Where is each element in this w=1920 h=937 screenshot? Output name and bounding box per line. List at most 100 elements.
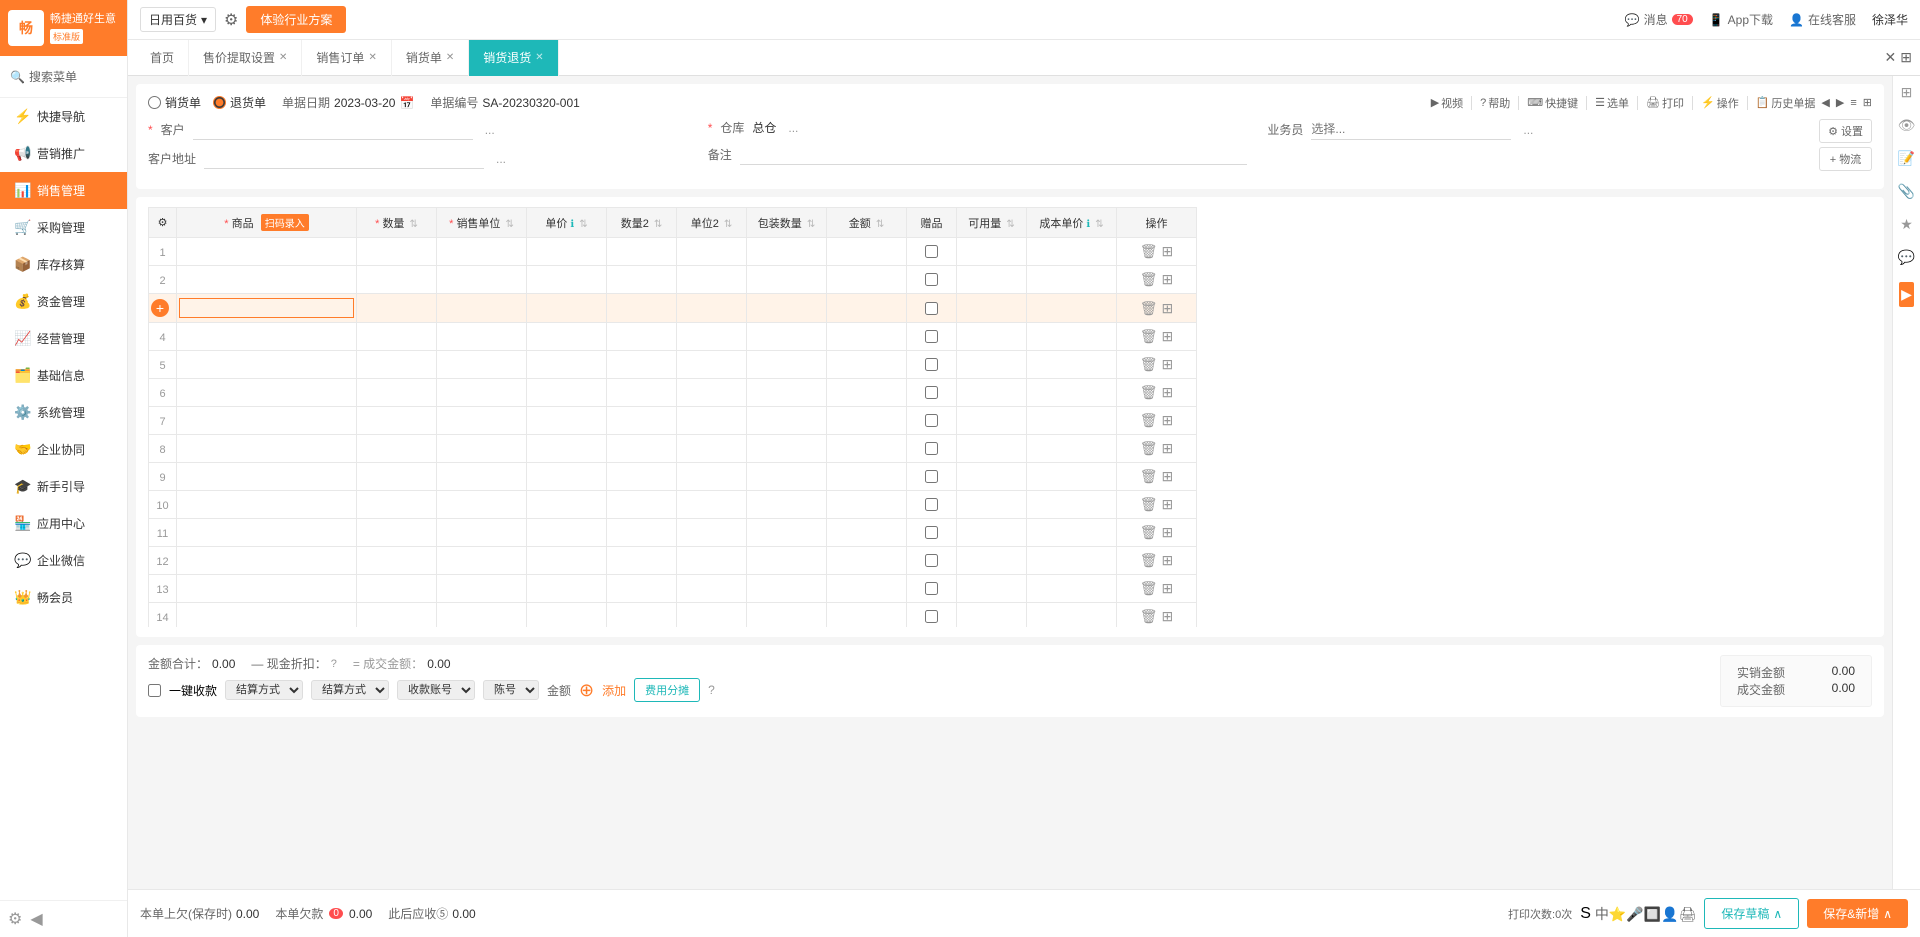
daily-select[interactable]: 日用百货 ▾ (140, 7, 216, 32)
unit2-sort-icon[interactable]: ⇅ (724, 219, 732, 230)
unit-sort-icon[interactable]: ⇅ (506, 219, 514, 230)
sidebar-item-member[interactable]: 👑 畅会员 (0, 579, 127, 616)
qty2-sort-icon[interactable]: ⇅ (654, 219, 662, 230)
gift-cell[interactable] (907, 266, 957, 294)
layout-list-button[interactable]: ≡ (1850, 97, 1856, 109)
cost-price-cell[interactable] (1027, 266, 1117, 294)
right-panel-icon-6[interactable]: 💬 (1898, 249, 1915, 266)
product-cell-active[interactable] (177, 294, 357, 323)
unit-cell[interactable] (437, 238, 527, 266)
price-sort-icon[interactable]: ⇅ (579, 219, 587, 230)
add-payment-button[interactable]: ⊕ (579, 680, 594, 701)
pkg-cell[interactable] (747, 238, 827, 266)
gift-checkbox[interactable] (925, 358, 938, 371)
delete-btn[interactable]: 🗑 (1140, 468, 1158, 485)
salesperson-select-button[interactable]: ... (1523, 123, 1533, 137)
tabs-expand-button[interactable]: ⊞ (1900, 49, 1912, 66)
settings-action-button[interactable]: ⚙ 设置 (1819, 119, 1872, 143)
nav-prev-button[interactable]: ◀ (1821, 96, 1829, 109)
nav-next-button[interactable]: ▶ (1836, 96, 1844, 109)
price-cell-active[interactable] (527, 294, 607, 323)
qty-sort-icon[interactable]: ⇅ (410, 219, 418, 230)
product-input-active[interactable] (179, 298, 354, 318)
payment-calc-select[interactable]: 结算方式 (311, 680, 389, 700)
warehouse-select-button[interactable]: ... (788, 121, 798, 135)
delete-btn[interactable]: 🗑 (1140, 524, 1158, 541)
sidebar-collapse-button[interactable]: ◀ (30, 909, 42, 929)
remarks-input[interactable] (740, 144, 1248, 165)
delete-btn[interactable]: 🗑 (1140, 496, 1158, 513)
pkg-cell-active[interactable] (747, 294, 827, 323)
gift-cell-active[interactable] (907, 294, 957, 323)
amount-cell[interactable] (827, 266, 907, 294)
sidebar-item-basic[interactable]: 🗂️ 基础信息 (0, 357, 127, 394)
tab-sales-delivery[interactable]: 销货单 ✕ (392, 40, 469, 76)
right-panel-icon-4[interactable]: 📎 (1898, 183, 1915, 200)
copy-btn[interactable]: ⊞ (1162, 552, 1174, 569)
unit-cell-active[interactable] (437, 294, 527, 323)
sidebar-item-newbie[interactable]: 🎓 新手引导 (0, 468, 127, 505)
address-input[interactable] (204, 148, 484, 169)
qty-cell-active[interactable] (357, 294, 437, 323)
price-cell[interactable] (527, 238, 607, 266)
gift-checkbox[interactable] (925, 330, 938, 343)
account-no-select[interactable]: 陈号 (483, 680, 539, 700)
video-button[interactable]: ▶ 视频 (1431, 95, 1463, 111)
expense-split-button[interactable]: 费用分摊 (634, 678, 700, 702)
delete-btn[interactable]: 🗑 (1140, 328, 1158, 345)
gift-cell[interactable] (907, 238, 957, 266)
unit-cell[interactable] (437, 266, 527, 294)
save-new-button[interactable]: 保存&新增 ∧ (1807, 899, 1908, 928)
amount-sort-icon[interactable]: ⇅ (876, 219, 884, 230)
delete-btn[interactable]: 🗑 (1140, 356, 1158, 373)
copy-row-2-button[interactable]: ⊞ (1162, 271, 1174, 288)
right-panel-icon-1[interactable]: ⊞ (1901, 84, 1913, 101)
one-click-payment-checkbox[interactable] (148, 684, 161, 697)
payment-method-select[interactable]: 结算方式 (225, 680, 303, 700)
copy-row-1-button[interactable]: ⊞ (1162, 243, 1174, 260)
logistics-action-button[interactable]: + 物流 (1819, 147, 1872, 171)
avail-sort-icon[interactable]: ⇅ (1006, 219, 1014, 230)
gift-checkbox[interactable] (925, 582, 938, 595)
copy-btn[interactable]: ⊞ (1162, 412, 1174, 429)
help-button[interactable]: ? 帮助 (1480, 95, 1510, 111)
tab-home[interactable]: 首页 (136, 40, 189, 76)
customer-select-button[interactable]: ... (485, 123, 495, 137)
payment-account-select[interactable]: 收款账号 (397, 680, 475, 700)
sidebar-item-appstore[interactable]: 🏪 应用中心 (0, 505, 127, 542)
avail-cell[interactable] (957, 266, 1027, 294)
date-picker-button[interactable]: 📅 (399, 96, 414, 110)
radio-sale[interactable]: 销货单 (148, 94, 201, 111)
gift-checkbox[interactable] (925, 386, 938, 399)
right-panel-icon-5[interactable]: ★ (1900, 216, 1913, 233)
copy-row-3-button[interactable]: ⊞ (1162, 300, 1174, 317)
unit2-cell[interactable] (677, 266, 747, 294)
qty-cell[interactable] (357, 266, 437, 294)
sidebar-item-marketing[interactable]: 📢 营销推广 (0, 135, 127, 172)
gift-checkbox[interactable] (925, 610, 938, 623)
sidebar-item-wechat[interactable]: 💬 企业微信 (0, 542, 127, 579)
tab-price-setting-close[interactable]: ✕ (279, 52, 287, 63)
operation-button[interactable]: ⚡ 操作 (1701, 95, 1739, 111)
qty2-cell-active[interactable] (607, 294, 677, 323)
salesperson-input[interactable] (1311, 119, 1511, 140)
pkg-sort-icon[interactable]: ⇅ (807, 219, 815, 230)
amount-cell-active[interactable] (827, 294, 907, 323)
copy-btn[interactable]: ⊞ (1162, 608, 1174, 625)
layout-grid-button[interactable]: ⊞ (1863, 96, 1872, 109)
gift-checkbox[interactable] (925, 498, 938, 511)
history-button[interactable]: 📋 历史单据 (1756, 95, 1816, 111)
qty2-cell[interactable] (607, 238, 677, 266)
copy-btn[interactable]: ⊞ (1162, 356, 1174, 373)
cost-price-cell[interactable] (1027, 238, 1117, 266)
right-panel-icon-3[interactable]: 📝 (1898, 150, 1915, 167)
delete-btn[interactable]: 🗑 (1140, 440, 1158, 457)
sidebar-item-sales[interactable]: 📊 销售管理 (0, 172, 127, 209)
gift-checkbox[interactable] (925, 526, 938, 539)
delete-btn[interactable]: 🗑 (1140, 580, 1158, 597)
unit2-cell[interactable] (677, 238, 747, 266)
amount-cell[interactable] (827, 238, 907, 266)
price-cell[interactable] (527, 266, 607, 294)
radio-sale-input[interactable] (148, 96, 161, 109)
gift-checkbox[interactable] (925, 470, 938, 483)
